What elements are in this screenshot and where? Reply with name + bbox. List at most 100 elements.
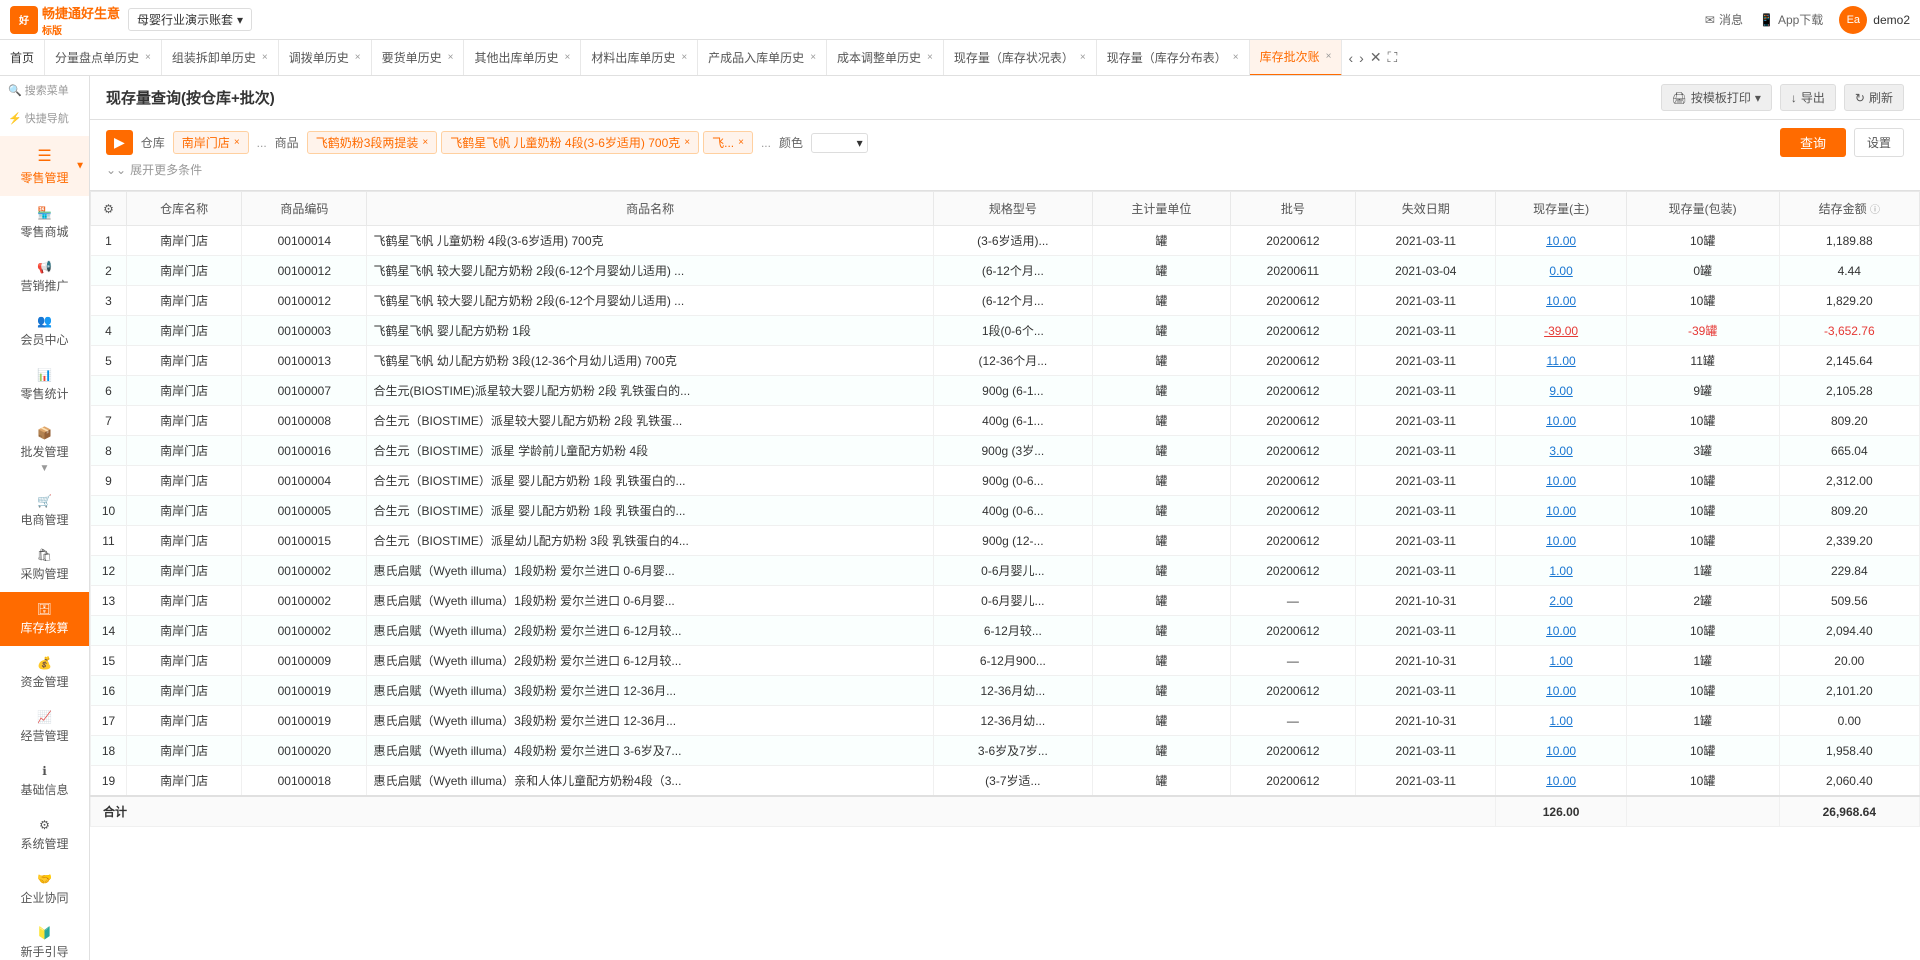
tab-prev-arrow[interactable]: ‹ xyxy=(1346,48,1355,68)
row-no: 8 xyxy=(91,436,127,466)
table-row: 16 南岸门店 00100019 惠氏启赋（Wyeth illuma）3段奶粉 … xyxy=(91,676,1920,706)
tab-2[interactable]: 组装拆卸单历史 × xyxy=(162,40,279,76)
tab-10-close[interactable]: × xyxy=(1233,52,1239,63)
row-qty-main[interactable]: 0.00 xyxy=(1496,256,1626,286)
sidebar-item-wholesale[interactable]: 📦 批发管理 ▼ xyxy=(0,416,89,484)
row-qty-main[interactable]: 10.00 xyxy=(1496,676,1626,706)
tab-7[interactable]: 产成品入库单历史 × xyxy=(698,40,827,76)
expand-more-btn[interactable]: ⌄⌄ 展开更多条件 xyxy=(106,157,1904,182)
row-code: 00100002 xyxy=(242,586,367,616)
page-actions: 🖨 按模板打印 ▾ ↓ 导出 ↻ 刷新 xyxy=(1661,84,1904,111)
retail-mgmt-arrow: ▼ xyxy=(75,161,85,172)
row-qty-main[interactable]: 9.00 xyxy=(1496,376,1626,406)
tab-close-all[interactable]: ✕ xyxy=(1368,47,1384,68)
quick-nav-btn[interactable]: ⚡ 快捷导航 xyxy=(0,104,89,132)
tab-home[interactable]: 首页 xyxy=(0,40,45,76)
tab-9[interactable]: 现存量（库存状况表） × xyxy=(944,40,1097,76)
sidebar-item-guide[interactable]: 🔰 新手引导 xyxy=(0,916,89,960)
row-code: 00100008 xyxy=(242,406,367,436)
workspace-selector[interactable]: 母婴行业演示账套 ▾ xyxy=(128,8,252,31)
sidebar-item-basic-info[interactable]: ℹ 基础信息 xyxy=(0,754,89,808)
row-qty-main[interactable]: 10.00 xyxy=(1496,286,1626,316)
tab-maximize[interactable]: ⛶ xyxy=(1386,47,1400,68)
sidebar-item-inventory[interactable]: 🗄 库存核算 xyxy=(0,592,89,646)
print-btn[interactable]: 🖨 按模板打印 ▾ xyxy=(1661,84,1772,111)
row-qty-main[interactable]: 10.00 xyxy=(1496,736,1626,766)
sidebar-item-finance[interactable]: 💰 资金管理 xyxy=(0,646,89,700)
tab-3-close[interactable]: × xyxy=(355,52,361,63)
sidebar-item-collab[interactable]: 🤝 企业协同 xyxy=(0,862,89,916)
table-wrapper: ⚙ 仓库名称 商品编码 商品名称 规格型号 主计量单位 批号 失效日期 现存量(… xyxy=(90,191,1920,960)
table-row: 15 南岸门店 00100009 惠氏启赋（Wyeth illuma）2段奶粉 … xyxy=(91,646,1920,676)
refresh-btn[interactable]: ↻ 刷新 xyxy=(1844,84,1904,111)
row-qty-main[interactable]: 3.00 xyxy=(1496,436,1626,466)
tab-next-arrow[interactable]: › xyxy=(1357,48,1366,68)
tab-1[interactable]: 分量盘点单历史 × xyxy=(45,40,162,76)
sidebar-item-operations[interactable]: 📈 经营管理 xyxy=(0,700,89,754)
row-qty-main[interactable]: 1.00 xyxy=(1496,706,1626,736)
tab-2-close[interactable]: × xyxy=(262,52,268,63)
tab-5-close[interactable]: × xyxy=(564,52,570,63)
tab-9-close[interactable]: × xyxy=(1080,52,1086,63)
sidebar-item-retail-mgmt[interactable]: ☰ 零售管理 ▼ xyxy=(0,136,89,196)
row-unit: 罐 xyxy=(1092,586,1230,616)
tab-4-close[interactable]: × xyxy=(448,52,454,63)
tab-8[interactable]: 成本调整单历史 × xyxy=(827,40,944,76)
tab-5[interactable]: 其他出库单历史 × xyxy=(464,40,581,76)
sidebar-item-ecommerce[interactable]: 🛒 电商管理 xyxy=(0,484,89,538)
row-qty-main[interactable]: 10.00 xyxy=(1496,496,1626,526)
product-tag-3-close[interactable]: × xyxy=(738,137,744,148)
row-name: 惠氏启赋（Wyeth illuma）4段奶粉 爱尔兰进口 3-6岁及7... xyxy=(367,736,933,766)
amount-info-icon[interactable]: ⓘ xyxy=(1870,205,1880,216)
row-qty-main[interactable]: 10.00 xyxy=(1496,766,1626,797)
message-btn[interactable]: ✉ 消息 xyxy=(1705,11,1743,28)
color-dropdown[interactable]: ▾ xyxy=(811,133,868,153)
tab-6[interactable]: 材料出库单历史 × xyxy=(581,40,698,76)
tab-11[interactable]: 库存批次账 × xyxy=(1250,40,1343,76)
tab-10[interactable]: 现存量（库存分布表） × xyxy=(1097,40,1250,76)
row-qty-main[interactable]: 10.00 xyxy=(1496,466,1626,496)
row-unit: 罐 xyxy=(1092,256,1230,286)
warehouse-tag-close[interactable]: × xyxy=(234,137,240,148)
query-btn[interactable]: 查询 xyxy=(1780,128,1846,157)
row-qty-main[interactable]: 1.00 xyxy=(1496,556,1626,586)
row-qty-main[interactable]: 11.00 xyxy=(1496,346,1626,376)
row-no: 4 xyxy=(91,316,127,346)
warehouse-more-dots[interactable]: ... xyxy=(257,136,267,150)
search-menu-btn[interactable]: 🔍 搜索菜单 xyxy=(0,76,89,104)
settings-btn[interactable]: 设置 xyxy=(1854,128,1904,157)
sidebar-item-purchase[interactable]: 🛍 采购管理 xyxy=(0,538,89,592)
tab-11-close[interactable]: × xyxy=(1326,51,1332,62)
tab-7-close[interactable]: × xyxy=(810,52,816,63)
tab-6-close[interactable]: × xyxy=(681,52,687,63)
app-download-btn[interactable]: 📱 App下载 xyxy=(1759,11,1823,28)
product-tag-1-close[interactable]: × xyxy=(422,137,428,148)
row-qty-main[interactable]: 10.00 xyxy=(1496,616,1626,646)
row-qty-main[interactable]: 10.00 xyxy=(1496,226,1626,256)
row-qty-main[interactable]: 10.00 xyxy=(1496,526,1626,556)
row-amount: 229.84 xyxy=(1779,556,1919,586)
filter-toggle-btn[interactable]: ▶ xyxy=(106,130,133,155)
row-qty-main[interactable]: 10.00 xyxy=(1496,406,1626,436)
sidebar-item-retail-shop[interactable]: 🏪 零售商城 xyxy=(0,196,89,250)
sidebar-item-system[interactable]: ⚙ 系统管理 xyxy=(0,808,89,862)
tab-3[interactable]: 调拨单历史 × xyxy=(279,40,372,76)
product-tag-2[interactable]: 飞鹤星飞帆 儿童奶粉 4段(3-6岁适用) 700克 × xyxy=(441,131,699,154)
product-tag-3[interactable]: 飞... × xyxy=(703,131,753,154)
sidebar-item-member-center[interactable]: 👥 会员中心 xyxy=(0,304,89,358)
row-code: 00100007 xyxy=(242,376,367,406)
row-qty-main[interactable]: -39.00 xyxy=(1496,316,1626,346)
product-more-dots[interactable]: ... xyxy=(761,136,771,150)
tab-8-close[interactable]: × xyxy=(927,52,933,63)
tab-1-close[interactable]: × xyxy=(145,52,151,63)
warehouse-tag[interactable]: 南岸门店 × xyxy=(173,131,249,154)
row-qty-main[interactable]: 2.00 xyxy=(1496,586,1626,616)
product-tag-1[interactable]: 飞鹤奶粉3段两提装 × xyxy=(307,131,438,154)
retail-stats-label: 零售统计 xyxy=(20,385,68,402)
row-qty-main[interactable]: 1.00 xyxy=(1496,646,1626,676)
tab-4[interactable]: 要货单历史 × xyxy=(372,40,465,76)
product-tag-2-close[interactable]: × xyxy=(684,137,690,148)
export-btn[interactable]: ↓ 导出 xyxy=(1780,84,1836,111)
sidebar-item-retail-stats[interactable]: 📊 零售统计 xyxy=(0,358,89,412)
sidebar-item-marketing[interactable]: 📢 营销推广 xyxy=(0,250,89,304)
